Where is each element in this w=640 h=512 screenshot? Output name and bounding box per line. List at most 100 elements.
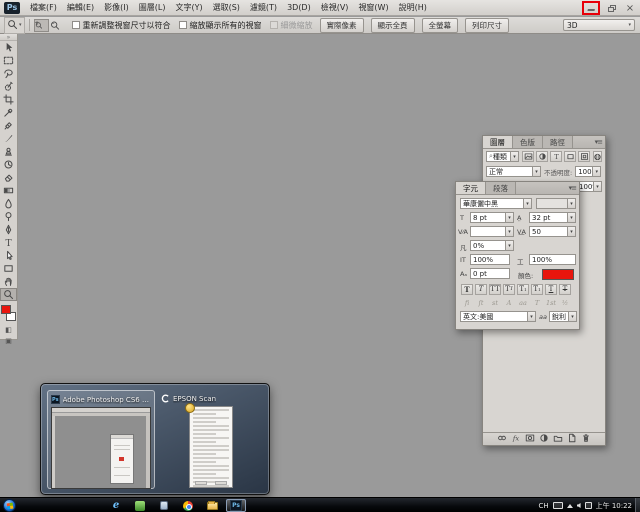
opentype-button-5[interactable]: T — [531, 298, 543, 309]
minimize-button[interactable] — [585, 3, 597, 13]
quick-mask-button[interactable]: ◧ — [0, 324, 17, 335]
group-icon[interactable] — [553, 433, 563, 445]
eyedropper-tool[interactable] — [0, 106, 17, 119]
horizontal-scale-field[interactable]: 100% — [529, 254, 576, 265]
opentype-button-1[interactable]: ſt — [475, 298, 487, 309]
epson-scan-thumbnail[interactable] — [189, 406, 233, 488]
show-desktop-button[interactable] — [635, 498, 640, 512]
trash-icon[interactable] — [581, 433, 591, 445]
tool-preset-picker[interactable]: ▾ — [4, 17, 25, 34]
marquee-tool[interactable] — [0, 54, 17, 67]
menu-影像I[interactable]: 影像(I) — [99, 0, 134, 15]
text-color-swatch[interactable] — [542, 269, 574, 280]
faux-bold-button[interactable]: T — [461, 284, 473, 295]
small-caps-button[interactable]: TT — [503, 284, 515, 295]
option-button-全螢幕[interactable]: 全螢幕 — [422, 18, 459, 33]
menu-文字Y[interactable]: 文字(Y) — [170, 0, 207, 15]
opentype-button-6[interactable]: 1st — [545, 298, 557, 309]
tab-路徑[interactable]: 路徑 — [543, 136, 573, 148]
taskbar-app-notes-app[interactable] — [154, 499, 174, 512]
menu-圖層L[interactable]: 圖層(L) — [134, 0, 171, 15]
option-button-實際像素[interactable]: 實際像素 — [320, 18, 364, 33]
opentype-button-3[interactable]: A — [503, 298, 515, 309]
brush-tool[interactable] — [0, 132, 17, 145]
smart-object-filter-icon[interactable] — [578, 151, 590, 162]
menu-視窗W[interactable]: 視窗(W) — [353, 0, 393, 15]
preview-photoshop[interactable]: Ps Adobe Photoshop CS6 Exten... — [47, 390, 155, 489]
tab-色版[interactable]: 色版 — [513, 136, 543, 148]
history-brush-tool[interactable] — [0, 158, 17, 171]
proportional-spacing-field[interactable]: 0%▾ — [470, 240, 514, 251]
shape-tool[interactable] — [0, 262, 17, 275]
crop-tool[interactable] — [0, 93, 17, 106]
menu-3DD[interactable]: 3D(D) — [282, 0, 316, 15]
tracking-field[interactable]: 50▾ — [529, 226, 576, 237]
faux-italic-button[interactable]: T — [475, 284, 487, 295]
tab-圖層[interactable]: 圖層 — [483, 136, 513, 148]
blend-mode-dropdown[interactable]: 正常 ▾ — [486, 166, 541, 177]
opentype-button-0[interactable]: fi — [461, 298, 473, 309]
pen-tool[interactable] — [0, 223, 17, 236]
zoom-in-button[interactable]: + — [34, 19, 49, 32]
kerning-field[interactable]: ▾ — [470, 226, 514, 237]
panel-menu-icon[interactable]: ▾≡ — [595, 138, 602, 146]
network-icon[interactable] — [585, 502, 592, 509]
workspace-switcher[interactable]: 3D ▾ — [563, 19, 635, 31]
subscript-button[interactable]: T1 — [531, 284, 543, 295]
shape-filter-icon[interactable] — [564, 151, 576, 162]
lasso-tool[interactable] — [0, 67, 17, 80]
keyboard-icon[interactable] — [553, 502, 563, 509]
opentype-button-2[interactable]: st — [489, 298, 501, 309]
vertical-scale-field[interactable]: 100% — [470, 254, 510, 265]
menu-編輯E[interactable]: 編輯(E) — [62, 0, 99, 15]
foreground-color-swatch[interactable] — [1, 305, 11, 314]
language-dropdown[interactable]: 英文:美國▾ — [460, 311, 536, 322]
zoom-tool[interactable] — [0, 288, 17, 301]
taskbar-app-photoshop[interactable]: Ps — [226, 499, 246, 512]
anti-alias-dropdown[interactable]: 銳利▾ — [549, 311, 577, 322]
fx-icon[interactable]: fx — [511, 433, 521, 445]
new-layer-icon[interactable] — [567, 433, 577, 445]
zoom-out-button[interactable]: – — [49, 19, 64, 32]
menu-檢視V[interactable]: 檢視(V) — [316, 0, 354, 15]
option-button-顯示全頁[interactable]: 顯示全頁 — [371, 18, 415, 33]
panel-menu-icon[interactable]: ▾≡ — [569, 184, 576, 192]
adjustment-icon[interactable] — [539, 433, 549, 445]
gradient-tool[interactable] — [0, 184, 17, 197]
preview-epson-scan[interactable]: EPSON Scan — [158, 390, 266, 489]
strikethrough-button[interactable]: T — [559, 284, 571, 295]
option-checkbox-1[interactable]: 縮放顯示所有的視窗 — [179, 20, 262, 31]
taskbar-app-internet-explorer[interactable]: e — [106, 499, 126, 512]
tab-字元[interactable]: 字元 — [456, 182, 486, 194]
restore-button[interactable] — [606, 3, 618, 13]
healing-brush-tool[interactable] — [0, 119, 17, 132]
hand-tool[interactable] — [0, 275, 17, 288]
opentype-button-4[interactable]: aa — [517, 298, 529, 309]
photoshop-thumbnail[interactable] — [51, 407, 151, 489]
menu-濾鏡T[interactable]: 濾鏡(T) — [245, 0, 282, 15]
move-tool[interactable] — [0, 41, 17, 54]
leading-field[interactable]: 32 pt▾ — [529, 212, 576, 223]
link-icon[interactable] — [497, 433, 507, 445]
baseline-shift-field[interactable]: 0 pt — [470, 268, 510, 279]
tray-expand-icon[interactable] — [567, 504, 573, 508]
start-button[interactable] — [3, 499, 16, 512]
close-button[interactable]: × — [624, 3, 636, 13]
font-style-dropdown[interactable]: ▾ — [536, 198, 576, 209]
layer-filter-dropdown[interactable]: ⌕ 種類 ▾ — [486, 151, 519, 162]
font-size-field[interactable]: 8 pt▾ — [470, 212, 514, 223]
option-checkbox-0[interactable]: 重新調整視窗尺寸以符合 — [72, 20, 171, 31]
taskbar-app-media-app[interactable] — [130, 499, 150, 512]
eraser-tool[interactable] — [0, 171, 17, 184]
filter-toggle-icon[interactable]: ◍ — [593, 151, 602, 162]
toolbar-collapse-icon[interactable]: » — [0, 34, 17, 41]
opacity-dropdown[interactable]: 100% ▾ — [575, 166, 601, 177]
pixel-filter-icon[interactable] — [522, 151, 534, 162]
underline-button[interactable]: T — [545, 284, 557, 295]
path-selection-tool[interactable] — [0, 249, 17, 262]
screen-mode-button[interactable]: ▣ — [0, 335, 17, 346]
blur-tool[interactable] — [0, 197, 17, 210]
tab-段落[interactable]: 段落 — [486, 182, 516, 194]
menu-檔案F[interactable]: 檔案(F) — [25, 0, 62, 15]
all-caps-button[interactable]: TT — [489, 284, 501, 295]
